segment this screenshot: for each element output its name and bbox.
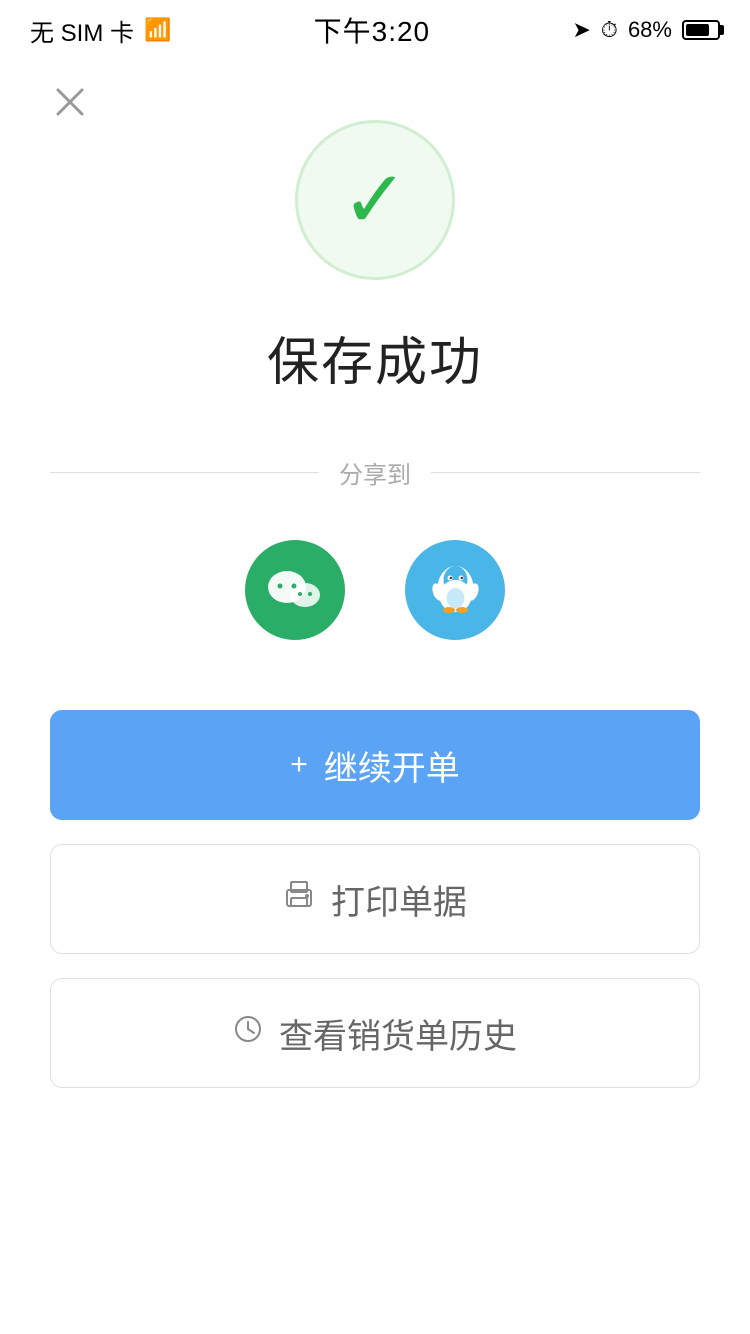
wifi-icon: 📶 <box>144 17 171 43</box>
print-label: 打印单据 <box>331 875 467 924</box>
battery-icon <box>682 20 720 40</box>
success-icon-circle: ✓ <box>295 120 455 280</box>
history-label: 查看销货单历史 <box>279 1009 517 1058</box>
print-button[interactable]: 打印单据 <box>50 844 700 954</box>
success-title: 保存成功 <box>267 320 483 395</box>
main-content: ✓ 保存成功 分享到 <box>0 60 750 1088</box>
alarm-icon: ⏱ <box>601 17 618 43</box>
divider-line-right <box>431 472 700 473</box>
close-button[interactable] <box>40 72 100 132</box>
status-bar: 无 SIM 卡 📶 下午3:20 ➤ ⏱ 68% <box>0 0 750 60</box>
status-right: ➤ ⏱ 68% <box>572 17 720 43</box>
clock-icon <box>233 1014 263 1052</box>
share-label: 分享到 <box>319 455 431 490</box>
share-icons <box>245 540 505 640</box>
plus-icon: + <box>290 748 308 782</box>
share-divider: 分享到 <box>0 455 750 490</box>
status-time: 下午3:20 <box>314 10 431 50</box>
qq-share-button[interactable] <box>405 540 505 640</box>
battery-percent: 68% <box>628 17 672 43</box>
action-buttons: + 继续开单 打印单据 <box>0 710 750 1088</box>
continue-button[interactable]: + 继续开单 <box>50 710 700 820</box>
location-icon: ➤ <box>572 17 590 43</box>
checkmark-icon: ✓ <box>341 160 408 240</box>
wechat-share-button[interactable] <box>245 540 345 640</box>
history-button[interactable]: 查看销货单历史 <box>50 978 700 1088</box>
status-left: 无 SIM 卡 📶 <box>30 13 171 48</box>
continue-label: 继续开单 <box>324 741 460 790</box>
print-icon <box>283 880 315 918</box>
no-sim-label: 无 SIM 卡 <box>30 13 134 48</box>
divider-line-left <box>50 472 319 473</box>
